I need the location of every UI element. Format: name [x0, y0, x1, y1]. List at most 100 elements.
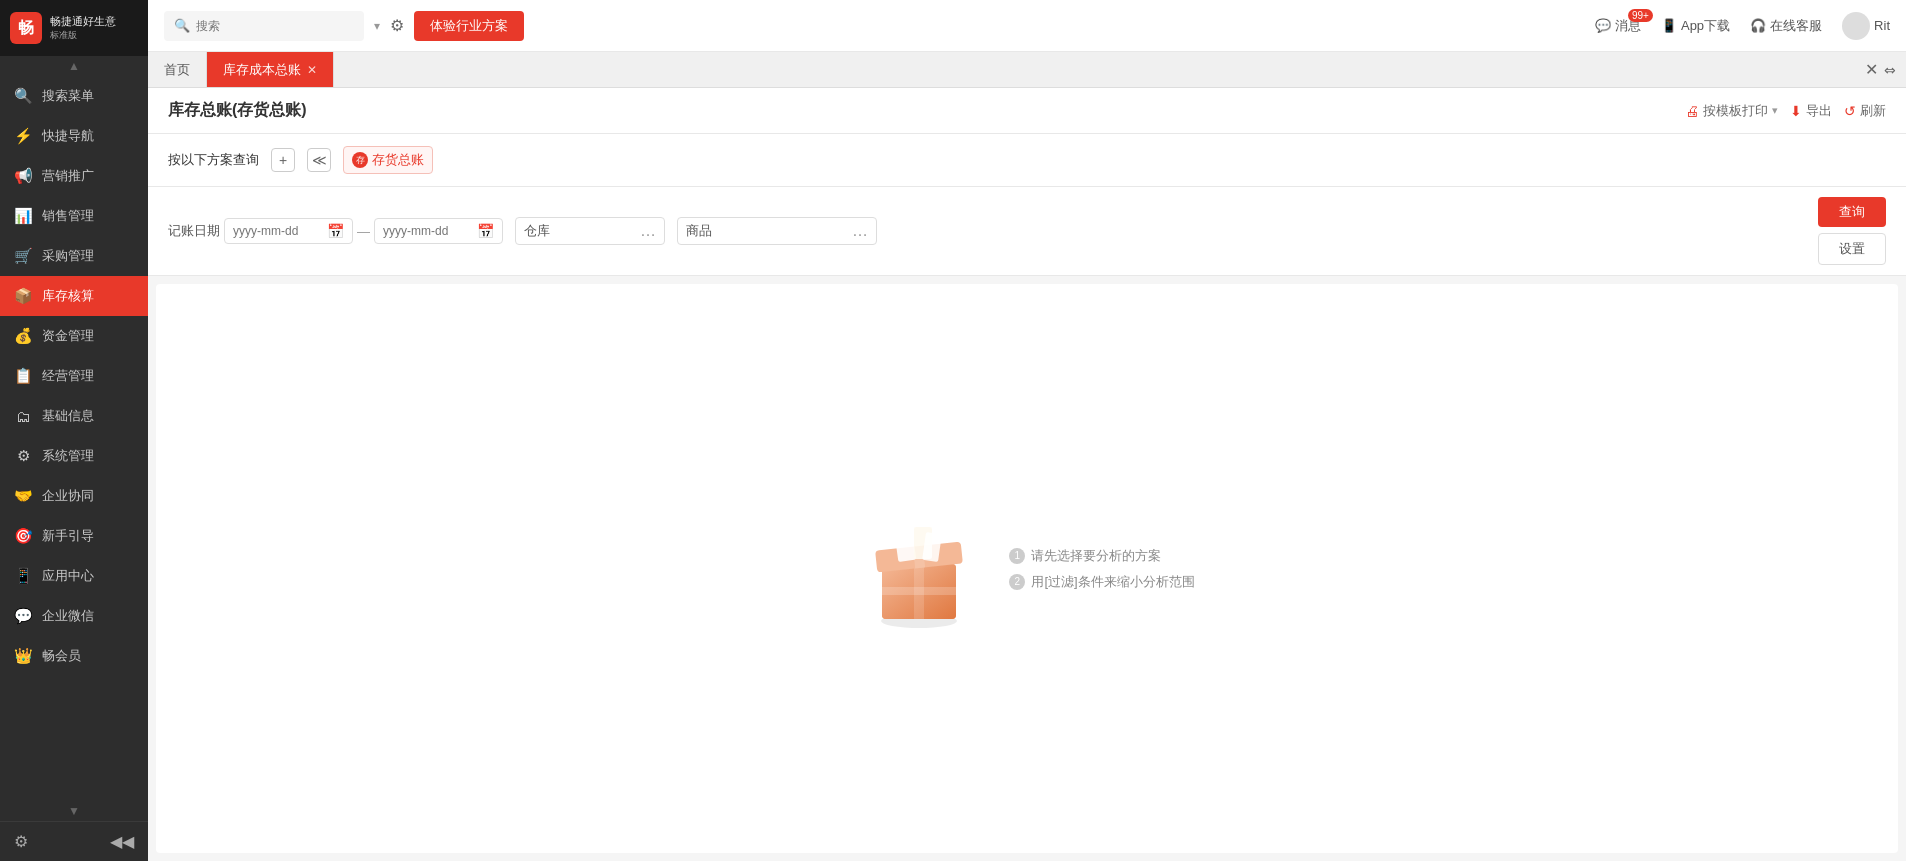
sidebar-item-label: 快捷导航 [42, 127, 94, 145]
app-name: 畅捷通好生意 [50, 14, 116, 29]
guide-icon: 🎯 [14, 527, 32, 545]
sales-icon: 📊 [14, 207, 32, 225]
sidebar-item-finance[interactable]: 💰 资金管理 [0, 316, 148, 356]
sidebar-item-inventory[interactable]: 📦 库存核算 [0, 276, 148, 316]
inventory-tab-label: 库存成本总账 [223, 61, 301, 79]
print-chevron-icon: ▾ [1772, 104, 1778, 117]
refresh-btn[interactable]: ↺ 刷新 [1844, 102, 1886, 120]
page-actions: 🖨 按模板打印 ▾ ⬇ 导出 ↺ 刷新 [1685, 102, 1886, 120]
search-chevron-icon[interactable]: ▾ [374, 19, 380, 33]
sidebar-item-member[interactable]: 👑 畅会员 [0, 636, 148, 676]
filter-bar: 按以下方案查询 + ≪ 存 存货总账 [148, 134, 1906, 187]
export-btn[interactable]: ⬇ 导出 [1790, 102, 1832, 120]
add-filter-btn[interactable]: + [271, 148, 295, 172]
export-label: 导出 [1806, 102, 1832, 120]
sidebar-item-label: 应用中心 [42, 567, 94, 585]
basic-icon: 🗂 [14, 408, 32, 425]
collapse-filter-btn[interactable]: ≪ [307, 148, 331, 172]
sidebar-item-purchase[interactable]: 🛒 采购管理 [0, 236, 148, 276]
sidebar-menu: 🔍 搜索菜单 ⚡ 快捷导航 📢 营销推广 📊 销售管理 🛒 采购管理 📦 库存核… [0, 76, 148, 801]
tab-home[interactable]: 首页 [148, 52, 207, 87]
refresh-icon: ↺ [1844, 103, 1856, 119]
finance-icon: 💰 [14, 327, 32, 345]
collapse-sidebar-icon[interactable]: ◀◀ [110, 832, 134, 851]
topbar: 🔍 ▾ ⚙ 体验行业方案 💬 消息 99+ 📱 App下载 🎧 在线客服 Rit [148, 0, 1906, 52]
app-logo: 畅 畅捷通好生意 标准版 [0, 0, 148, 56]
product-more-icon[interactable]: … [852, 222, 868, 240]
industry-btn[interactable]: 体验行业方案 [414, 11, 524, 41]
sidebar-scroll-down[interactable]: ▼ [0, 801, 148, 821]
sidebar-item-label: 采购管理 [42, 247, 94, 265]
sidebar-item-sales[interactable]: 📊 销售管理 [0, 196, 148, 236]
topbar-right: 💬 消息 99+ 📱 App下载 🎧 在线客服 Rit [1595, 12, 1890, 40]
sidebar-item-search[interactable]: 🔍 搜索菜单 [0, 76, 148, 116]
topbar-search-box[interactable]: 🔍 [164, 11, 364, 41]
product-selector[interactable]: 商品 … [677, 217, 877, 245]
print-template-btn[interactable]: 🖨 按模板打印 ▾ [1685, 102, 1778, 120]
date-end-field[interactable] [383, 224, 473, 238]
search-input[interactable] [196, 19, 354, 33]
wechat-icon: 💬 [14, 607, 32, 625]
product-label: 商品 [686, 222, 712, 240]
message-btn[interactable]: 💬 消息 99+ [1595, 17, 1641, 35]
refresh-label: 刷新 [1860, 102, 1886, 120]
tab-inventory-ledger[interactable]: 库存成本总账 ✕ [207, 52, 334, 87]
hint-2-num: 2 [1009, 574, 1025, 590]
settings-icon[interactable]: ⚙ [390, 16, 404, 35]
message-badge: 99+ [1628, 9, 1653, 22]
calendar-end-icon[interactable]: 📅 [477, 223, 494, 239]
headset-icon: 🎧 [1750, 18, 1766, 33]
scheme-selector[interactable]: 存 存货总账 [343, 146, 433, 174]
sidebar-item-cooperation[interactable]: 🤝 企业协同 [0, 476, 148, 516]
tabbar: 首页 库存成本总账 ✕ ✕ ⇔ [148, 52, 1906, 88]
app-download-btn[interactable]: 📱 App下载 [1661, 17, 1730, 35]
sidebar-item-system[interactable]: ⚙ 系统管理 [0, 436, 148, 476]
sidebar-item-label: 库存核算 [42, 287, 94, 305]
expand-panel-btn[interactable]: ⇔ [1884, 62, 1896, 78]
cooperation-icon: 🤝 [14, 487, 32, 505]
settings-btn[interactable]: 设置 [1818, 233, 1886, 265]
empty-illustration [859, 504, 979, 634]
user-profile[interactable]: Rit [1842, 12, 1890, 40]
sidebar-item-marketing[interactable]: 📢 营销推广 [0, 156, 148, 196]
app-badge: 标准版 [50, 29, 116, 42]
print-icon: 🖨 [1685, 103, 1699, 119]
sidebar-footer: ⚙ ◀◀ [0, 821, 148, 861]
hint-1-num: 1 [1009, 548, 1025, 564]
user-name: Rit [1874, 18, 1890, 33]
quicknav-icon: ⚡ [14, 127, 32, 145]
message-icon: 💬 [1595, 18, 1611, 33]
sidebar-item-label: 新手引导 [42, 527, 94, 545]
sidebar: 畅 畅捷通好生意 标准版 ▲ 🔍 搜索菜单 ⚡ 快捷导航 📢 营销推广 📊 销售… [0, 0, 148, 861]
online-service-btn[interactable]: 🎧 在线客服 [1750, 17, 1822, 35]
warehouse-more-icon[interactable]: … [640, 222, 656, 240]
sidebar-item-label: 基础信息 [42, 407, 94, 425]
sidebar-item-label: 经营管理 [42, 367, 94, 385]
date-end-input[interactable]: 📅 [374, 218, 503, 244]
sidebar-item-operations[interactable]: 📋 经营管理 [0, 356, 148, 396]
settings-footer-icon[interactable]: ⚙ [14, 832, 28, 851]
date-start-input[interactable]: 📅 [224, 218, 353, 244]
sidebar-item-quicknav[interactable]: ⚡ 快捷导航 [0, 116, 148, 156]
sidebar-item-wechat[interactable]: 💬 企业微信 [0, 596, 148, 636]
sidebar-item-basic[interactable]: 🗂 基础信息 [0, 396, 148, 436]
sidebar-item-label: 销售管理 [42, 207, 94, 225]
page-title: 库存总账(存货总账) [168, 100, 307, 121]
tab-close-icon[interactable]: ✕ [307, 63, 317, 77]
close-panel-btn[interactable]: ✕ [1865, 60, 1878, 79]
warehouse-selector[interactable]: 仓库 … [515, 217, 665, 245]
search-btn[interactable]: 查询 [1818, 197, 1886, 227]
date-start-field[interactable] [233, 224, 323, 238]
sidebar-scroll-up[interactable]: ▲ [0, 56, 148, 76]
calendar-start-icon[interactable]: 📅 [327, 223, 344, 239]
logo-icon: 畅 [10, 12, 42, 44]
sidebar-item-guide[interactable]: 🎯 新手引导 [0, 516, 148, 556]
date-label: 记账日期 [168, 222, 220, 240]
sidebar-item-label: 畅会员 [42, 647, 81, 665]
purchase-icon: 🛒 [14, 247, 32, 265]
filter-label: 按以下方案查询 [168, 151, 259, 169]
sidebar-item-apps[interactable]: 📱 应用中心 [0, 556, 148, 596]
sidebar-item-label: 企业微信 [42, 607, 94, 625]
date-dash: — [357, 224, 370, 239]
app-download-icon: 📱 [1661, 18, 1677, 33]
